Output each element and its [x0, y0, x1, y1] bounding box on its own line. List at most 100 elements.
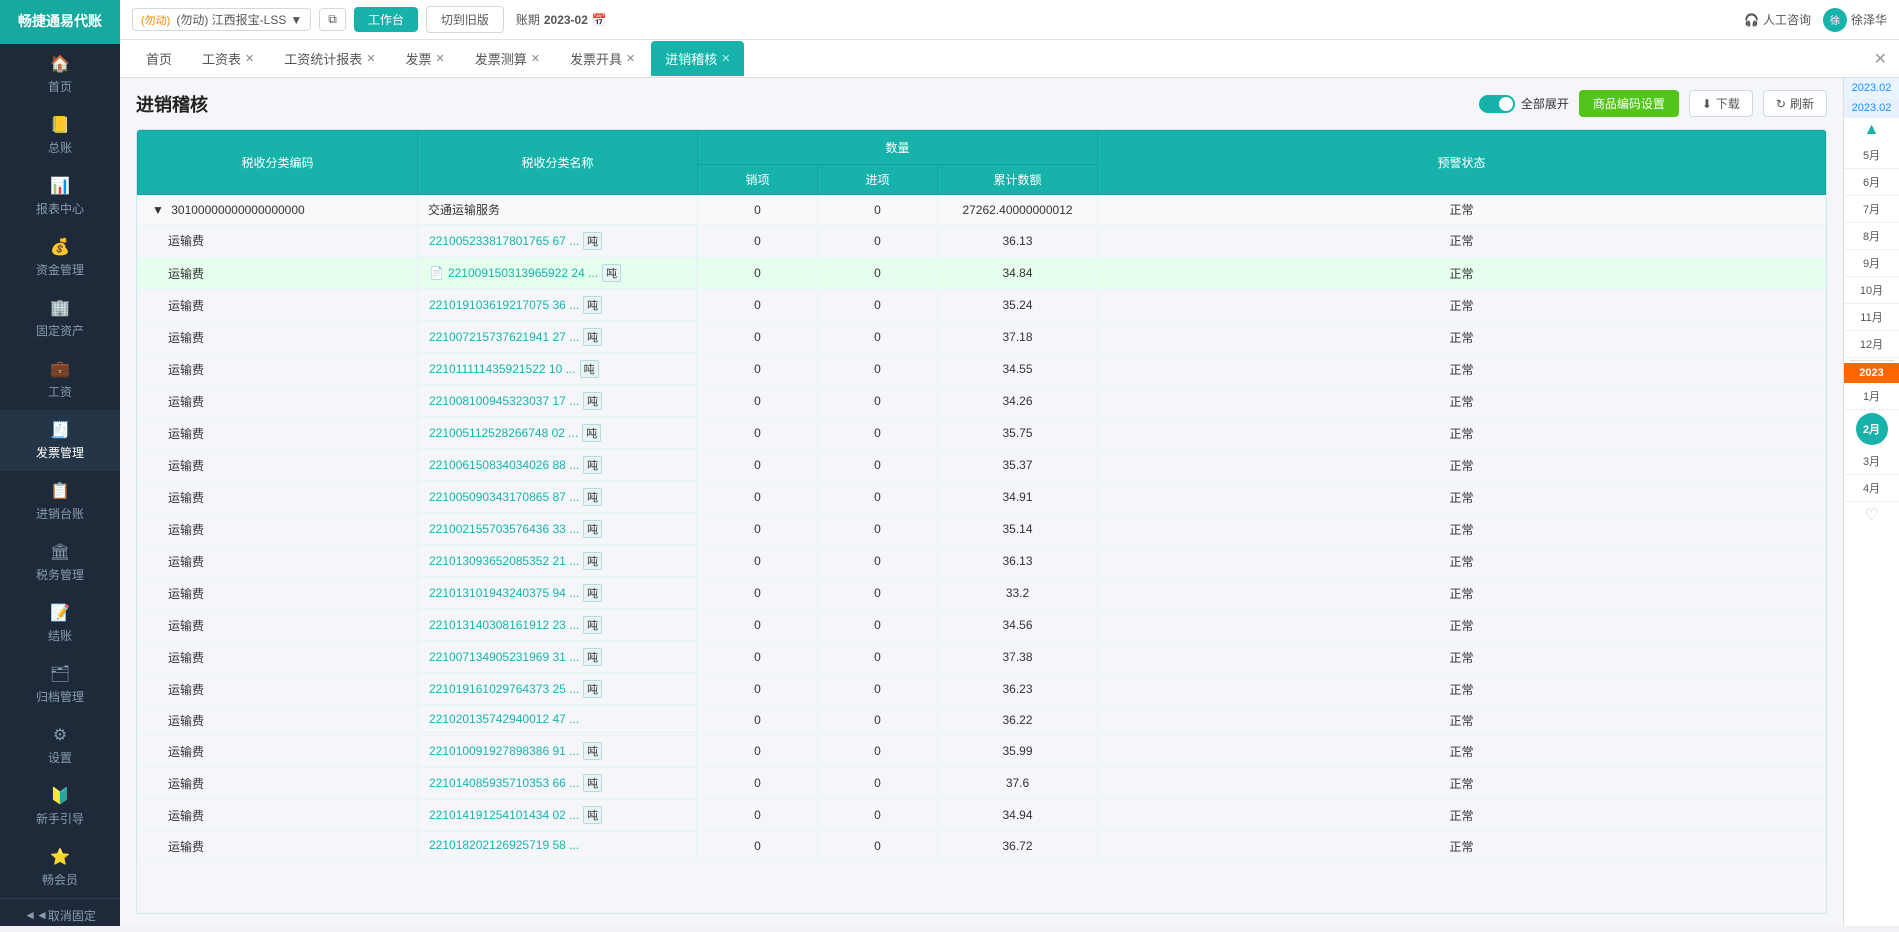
invoice-link[interactable]: 221005233817801765 67 ... [429, 234, 579, 248]
unpin-button[interactable]: ◄◄ 取消固定 [0, 898, 120, 932]
sidebar-item-home[interactable]: 🏠 首页 [0, 44, 120, 105]
invoice-link[interactable]: 221005090343170865 87 ... [429, 490, 579, 504]
sidebar-item-archive[interactable]: 🗂 归档管理 [0, 654, 120, 715]
switch-version-button[interactable]: 切到旧版 [426, 6, 504, 33]
cell-item-name: 运输费 [138, 705, 418, 735]
expand-icon[interactable]: ▼ [152, 203, 164, 217]
sidebar-item-invoice-mgmt[interactable]: 🧾 发票管理 [0, 410, 120, 471]
calendar-month-10[interactable]: 10月 [1844, 277, 1899, 304]
sidebar-item-settlement[interactable]: 📝 结账 [0, 593, 120, 654]
invoice-link[interactable]: 221013101943240375 94 ... [429, 586, 579, 600]
cell-status: 正常 [1098, 417, 1826, 449]
calendar-month-7[interactable]: 7月 [1844, 196, 1899, 223]
sidebar-item-fixed-assets[interactable]: 🏢 固定资产 [0, 288, 120, 349]
refresh-button[interactable]: ↻ 刷新 [1763, 90, 1827, 117]
unit-tag: 吨 [583, 488, 602, 506]
invoice-link[interactable]: 221018202126925719 58 ... [429, 838, 579, 852]
invoice-link[interactable]: 221010091927898386 91 ... [429, 744, 579, 758]
cell-leiji: 27262.40000000012 [938, 195, 1098, 225]
invoice-link[interactable]: 221006150834034026 88 ... [429, 458, 579, 472]
support-link[interactable]: 🎧 人工咨询 [1744, 11, 1811, 28]
tab-close-icon[interactable]: ✕ [626, 52, 635, 65]
calendar-month-1[interactable]: 1月 [1844, 383, 1899, 410]
sidebar-item-funds[interactable]: 💰 资金管理 [0, 227, 120, 288]
calendar-month-5[interactable]: 5月 [1844, 142, 1899, 169]
calendar-month-3[interactable]: 3月 [1844, 448, 1899, 475]
sidebar-item-purchase-sales[interactable]: 📋 进销台账 [0, 471, 120, 532]
cell-status: 正常 [1098, 705, 1826, 735]
cell-jin: 0 [818, 767, 938, 799]
calendar-up-nav[interactable]: ▲ [1861, 118, 1883, 142]
invoice-link[interactable]: 221019161029764373 25 ... [429, 682, 579, 696]
invoice-link[interactable]: 221014191254101434 02 ... [429, 808, 579, 822]
invoice-link[interactable]: 221007134905231969 31 ... [429, 650, 579, 664]
sidebar-item-tax-mgmt[interactable]: 🏛 税务管理 [0, 532, 120, 593]
invoice-link[interactable]: 221009150313965922 24 ... [448, 266, 598, 280]
invoice-icon: 🧾 [50, 420, 70, 440]
table-row: 运输费 221010091927898386 91 ... 吨 0 0 35.9… [138, 735, 1826, 767]
unit-tag: 吨 [582, 424, 601, 442]
calendar-year-2022[interactable]: 2023.02 [1844, 78, 1899, 98]
copy-button[interactable]: ⧉ [319, 8, 346, 31]
cell-jin: 0 [818, 799, 938, 831]
invoice-link[interactable]: 221014085935710353 66 ... [429, 776, 579, 790]
user-info[interactable]: 徐 徐泽华 [1823, 8, 1887, 32]
dropdown-icon: ▼ [290, 13, 302, 27]
tab-invoice-calc[interactable]: 发票测算 ✕ [461, 41, 554, 76]
invoice-link[interactable]: 221013140308161912 23 ... [429, 618, 579, 632]
invoice-link[interactable]: 221019103619217075 36 ... [429, 298, 579, 312]
table-row: 运输费 221005233817801765 67 ... 吨 0 0 36.1… [138, 225, 1826, 258]
calendar-month-11[interactable]: 11月 [1844, 304, 1899, 331]
tax-icon: 🏛 [50, 542, 70, 562]
sidebar-item-salary[interactable]: 💼 工资 [0, 349, 120, 410]
invoice-link[interactable]: 221011111435921522 10 ... [429, 362, 576, 376]
company-selector[interactable]: (勿动) (勿动) 江西报宝-LSS ▼ [132, 8, 311, 31]
col-leiji-header: 累计数额 [938, 165, 1098, 195]
tab-close-icon[interactable]: ✕ [531, 52, 540, 65]
sidebar-item-report-center[interactable]: 📊 报表中心 [0, 166, 120, 227]
calendar-month-2-active[interactable]: 2月 [1856, 413, 1888, 445]
col-status-header: 预警状态 [1098, 131, 1826, 195]
invoice-link[interactable]: 221020135742940012 47 ... [429, 712, 579, 726]
close-all-tabs-button[interactable]: ✕ [1874, 49, 1887, 69]
invoice-link[interactable]: 221008100945323037 17 ... [429, 394, 579, 408]
tab-salary-stats[interactable]: 工资统计报表 ✕ [270, 41, 389, 76]
workspace-button[interactable]: 工作台 [354, 7, 418, 32]
calendar-month-4[interactable]: 4月 [1844, 475, 1899, 502]
tab-home[interactable]: 首页 [132, 41, 186, 76]
product-code-settings-button[interactable]: 商品编码设置 [1579, 90, 1679, 117]
cell-xiao: 0 [698, 831, 818, 861]
tab-salary-table[interactable]: 工资表 ✕ [188, 41, 268, 76]
invoice-link[interactable]: 221013093652085352 21 ... [429, 554, 579, 568]
invoice-link[interactable]: 221005112528266748 02 ... [429, 426, 578, 440]
tab-active-close-icon[interactable]: ✕ [721, 52, 730, 65]
expand-toggle[interactable] [1479, 95, 1515, 113]
tab-invoice[interactable]: 发票 ✕ [391, 41, 458, 76]
sidebar-item-guide[interactable]: 🔰 新手引导 [0, 776, 120, 837]
calendar-month-6[interactable]: 6月 [1844, 169, 1899, 196]
invoice-link[interactable]: 221007215737621941 27 ... [429, 330, 579, 344]
tab-close-icon[interactable]: ✕ [245, 52, 254, 65]
calendar-icon[interactable]: 📅 [592, 13, 607, 27]
table-row: 运输费 221020135742940012 47 ... 0 0 36.22 … [138, 705, 1826, 735]
tab-invoice-issue[interactable]: 发票开具 ✕ [556, 41, 649, 76]
tab-close-icon[interactable]: ✕ [366, 52, 375, 65]
cell-leiji: 35.75 [938, 417, 1098, 449]
calendar-month-9[interactable]: 9月 [1844, 250, 1899, 277]
table-row: 运输费 221005112528266748 02 ... 吨 0 0 35.7… [138, 417, 1826, 449]
col-xiao-header: 销项 [698, 165, 818, 195]
cell-status: 正常 [1098, 577, 1826, 609]
invoice-link[interactable]: 221002155703576436 33 ... [429, 522, 579, 536]
tab-close-icon[interactable]: ✕ [436, 52, 445, 65]
calendar-month-12[interactable]: 12月 [1844, 331, 1899, 358]
sidebar-item-general-ledger[interactable]: 📒 总账 [0, 105, 120, 166]
cell-status: 正常 [1098, 195, 1826, 225]
sidebar-item-vip[interactable]: ⭐ 畅会员 [0, 837, 120, 898]
calendar-month-8[interactable]: 8月 [1844, 223, 1899, 250]
calendar-prev-year[interactable]: 2023.02 [1844, 98, 1899, 118]
calendar-year-current[interactable]: 2023 [1844, 363, 1899, 383]
tab-purchase-sales-check[interactable]: 进销稽核 ✕ [651, 41, 744, 76]
sidebar-item-settings[interactable]: ⚙ 设置 [0, 715, 120, 776]
cell-invoice: 221002155703576436 33 ... 吨 [418, 513, 697, 545]
download-button[interactable]: ⬇ 下载 [1689, 90, 1753, 117]
